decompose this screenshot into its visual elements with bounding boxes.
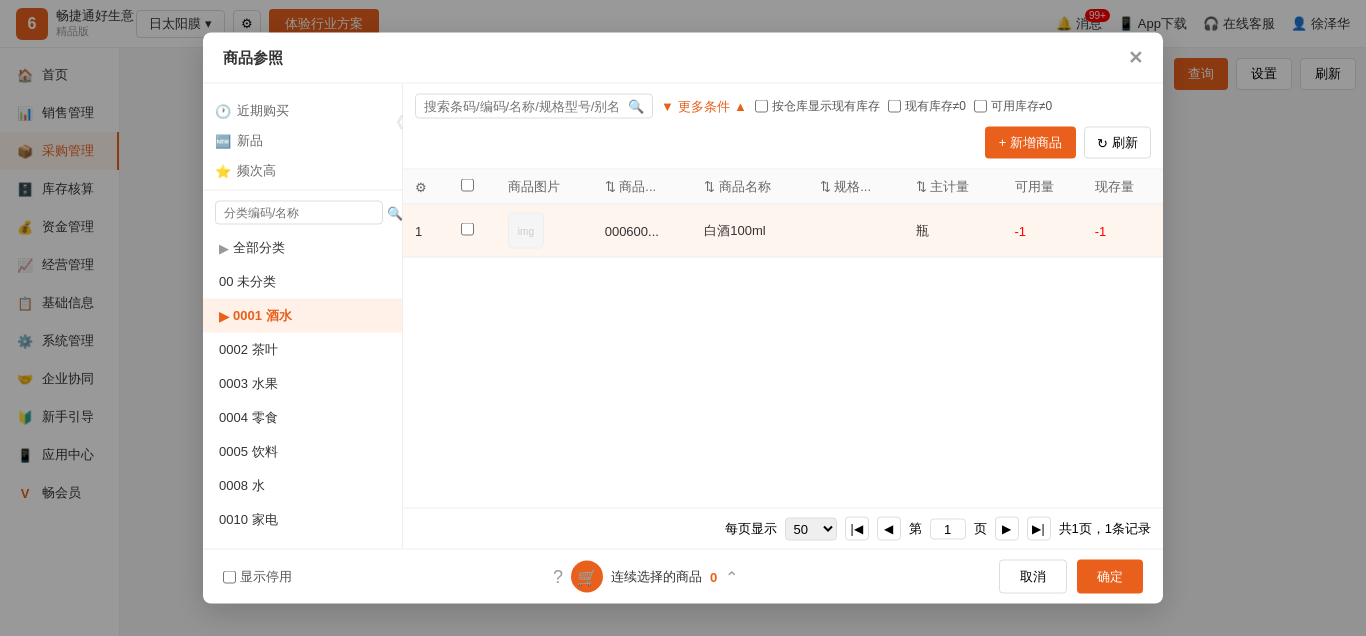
cart-label: 连续选择的商品 [611,568,702,586]
col-stock: 现存量 [1083,170,1163,205]
category-search-area: 🔍 [203,195,402,231]
available-stock-filter-checkbox[interactable]: 可用库存≠0 [974,98,1052,115]
nav-label: 频次高 [237,162,276,180]
col-image: 商品图片 [496,170,593,205]
modal-body: 🕐 近期购买 🆕 新品 ⭐ 频次高 《 🔍 [203,84,1163,549]
recent-purchase-nav[interactable]: 🕐 近期购买 [203,96,402,126]
search-icon[interactable]: 🔍 [387,205,403,220]
footer-buttons: 取消 确定 [999,560,1143,594]
product-reference-modal: 商品参照 ✕ 🕐 近期购买 🆕 新品 ⭐ 频次高 [203,33,1163,604]
toolbar-right: + 新增商品 ↻ 刷新 [985,127,1151,159]
page-size-label: 每页显示 [725,520,777,538]
col-spec[interactable]: ⇅ 规格... [808,170,904,205]
frequent-nav[interactable]: ⭐ 频次高 [203,156,402,186]
search-toolbar: 🔍 ▼ 更多条件 ▲ 按仓库显示现有库存 现有库存≠0 [403,84,1163,170]
more-filters-button[interactable]: ▼ 更多条件 ▲ [661,97,747,115]
modal-close-button[interactable]: ✕ [1128,47,1143,69]
category-3[interactable]: 0003 水果 [203,367,402,401]
row-code: 000600... [593,204,693,257]
row-checkbox[interactable] [449,204,496,257]
category-1[interactable]: ▶ 0001 酒水 [203,299,402,333]
row-image: img [496,204,593,257]
row-stock: -1 [1083,204,1163,257]
new-products-nav[interactable]: 🆕 新品 [203,126,402,156]
category-7[interactable]: 0010 家电 [203,503,402,537]
cancel-button[interactable]: 取消 [999,560,1067,594]
right-panel: 🔍 ▼ 更多条件 ▲ 按仓库显示现有库存 现有库存≠0 [403,84,1163,549]
panel-collapse-arrow[interactable]: 《 [388,113,403,134]
cart-section: ? 🛒 连续选择的商品 0 ⌃ [553,561,738,593]
search-icon[interactable]: 🔍 [628,99,644,114]
question-icon[interactable]: ? [553,566,563,587]
selected-count: 0 [710,569,717,584]
category-2[interactable]: 0002 茶叶 [203,333,402,367]
divider [203,190,402,191]
page-number-input[interactable] [930,518,966,539]
category-0[interactable]: 00 未分类 [203,265,402,299]
category-5[interactable]: 0005 饮料 [203,435,402,469]
product-thumbnail: img [508,213,544,249]
next-page-button[interactable]: ▶ [995,517,1019,541]
arrow-right-icon: ▶ [219,240,229,255]
row-index: 1 [403,204,449,257]
category-6[interactable]: 0008 水 [203,469,402,503]
col-name[interactable]: ⇅ 商品名称 [692,170,807,205]
modal-footer: 显示停用 ? 🛒 连续选择的商品 0 ⌃ 取消 确定 [203,549,1163,604]
product-search-input[interactable] [424,99,624,114]
chevron-up-icon: ▲ [734,99,747,114]
star-icon: ⭐ [215,163,231,178]
col-unit[interactable]: ⇅ 主计量 [904,170,1003,205]
pagination-bar: 每页显示 50 10 20 100 |◀ ◀ 第 页 ▶ ▶| 共1页，1条记录 [403,508,1163,549]
page-suffix: 页 [974,520,987,538]
col-checkbox[interactable] [449,170,496,205]
page-size-select[interactable]: 50 10 20 100 [785,517,837,540]
row-available: -1 [1003,204,1083,257]
refresh-button[interactable]: ↻ 刷新 [1084,127,1151,159]
current-stock-filter-checkbox[interactable]: 现有库存≠0 [888,98,966,115]
row-unit: 瓶 [904,204,1003,257]
col-available: 可用量 [1003,170,1083,205]
shopping-cart-icon: 🛒 [577,567,597,586]
add-product-button[interactable]: + 新增商品 [985,127,1076,159]
col-code[interactable]: ⇅ 商品... [593,170,693,205]
category-4[interactable]: 0004 零食 [203,401,402,435]
row-spec [808,204,904,257]
category-all[interactable]: ▶ 全部分类 [203,231,402,265]
clock-icon: 🕐 [215,103,231,118]
first-page-button[interactable]: |◀ [845,517,869,541]
refresh-icon: ↻ [1097,135,1108,150]
nav-label: 近期购买 [237,102,289,120]
prev-page-button[interactable]: ◀ [877,517,901,541]
row-name: 白酒100ml [692,204,807,257]
show-disabled-checkbox[interactable]: 显示停用 [223,568,292,586]
new-icon: 🆕 [215,133,231,148]
left-panel: 🕐 近期购买 🆕 新品 ⭐ 频次高 《 🔍 [203,84,403,549]
search-box: 🔍 [415,94,653,119]
last-page-button[interactable]: ▶| [1027,517,1051,541]
modal-title: 商品参照 [223,48,283,67]
category-search-input[interactable] [215,201,383,225]
collapse-icon[interactable]: ⌃ [725,567,738,586]
modal-header: 商品参照 ✕ [203,33,1163,84]
col-settings[interactable]: ⚙ [403,170,449,205]
product-table-container: ⚙ 商品图片 ⇅ 商品... ⇅ 商品名称 ⇅ 规格.. [403,170,1163,508]
page-label: 第 [909,520,922,538]
warehouse-filter-checkbox[interactable]: 按仓库显示现有库存 [755,98,880,115]
filter-icon: ▼ [661,99,674,114]
confirm-button[interactable]: 确定 [1077,560,1143,594]
table-row[interactable]: 1 img 000600... 白酒100ml 瓶 [403,204,1163,257]
product-table: ⚙ 商品图片 ⇅ 商品... ⇅ 商品名称 ⇅ 规格.. [403,170,1163,258]
cart-icon[interactable]: 🛒 [571,561,603,593]
arrow-active-icon: ▶ [219,308,229,323]
nav-label: 新品 [237,132,263,150]
total-info: 共1页，1条记录 [1059,520,1151,538]
